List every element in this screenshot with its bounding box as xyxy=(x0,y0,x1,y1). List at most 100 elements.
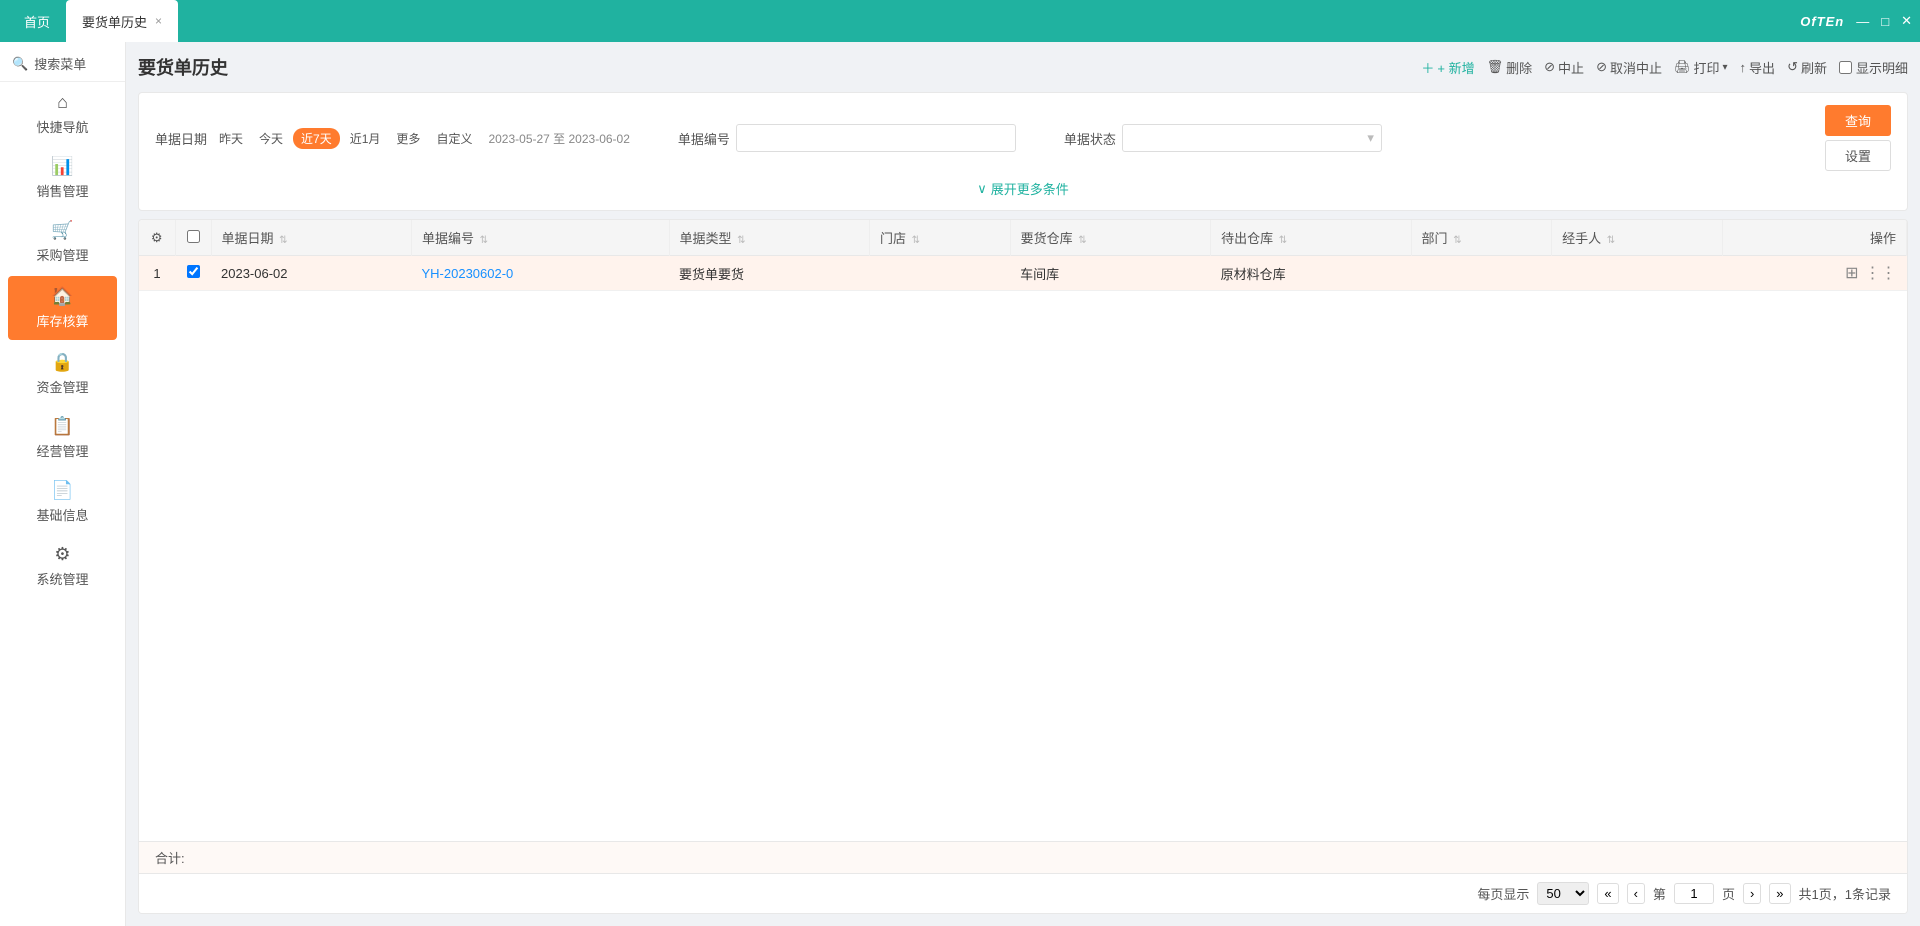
export-icon: ↑ xyxy=(1740,60,1747,75)
date-btn-more[interactable]: 更多 xyxy=(390,128,426,149)
close-btn[interactable]: ✕ xyxy=(1901,13,1912,29)
th-dept[interactable]: 部门 ⇅ xyxy=(1411,220,1552,256)
sidebar-item-label: 快捷导航 xyxy=(36,117,88,136)
tab-requisition-history-label: 要货单历史 xyxy=(82,12,147,31)
window-controls: OfTEn — □ ✕ xyxy=(1800,13,1912,29)
sidebar-search-label: 搜索菜单 xyxy=(34,54,86,73)
row-op-icons: ⊞ ⋮⋮ xyxy=(1732,263,1896,283)
doc-no-input[interactable] xyxy=(736,124,1016,152)
cancel-stop-button[interactable]: ⊘ 取消中止 xyxy=(1596,58,1662,77)
add-button[interactable]: ＋ + 新增 xyxy=(1421,58,1474,77)
th-date[interactable]: 单据日期 ⇅ xyxy=(211,220,411,256)
td-checkbox xyxy=(175,256,211,291)
sidebar-item-inventory-calc[interactable]: 🏠 库存核算 xyxy=(8,276,117,340)
ops-mgmt-icon: 📋 xyxy=(51,416,73,437)
date-filter-item: 单据日期 昨天 今天 近7天 近1月 更多 自定义 2023-05-27 至 2… xyxy=(155,128,630,149)
sort-doc-type-icon: ⇅ xyxy=(737,235,745,246)
refresh-icon: ↺ xyxy=(1787,59,1798,75)
first-page-btn[interactable]: « xyxy=(1597,883,1618,904)
page-size-select[interactable]: 50 100 200 xyxy=(1537,882,1589,905)
th-settings[interactable]: ⚙ xyxy=(139,220,175,256)
td-settings: 1 xyxy=(139,256,175,291)
next-page-btn[interactable]: › xyxy=(1743,883,1761,904)
brand-label: OfTEn xyxy=(1800,14,1844,29)
sidebar-item-finance-mgmt[interactable]: 🔒 资金管理 xyxy=(0,342,125,406)
page-number-input[interactable] xyxy=(1674,883,1714,904)
row-edit-icon[interactable]: ⊞ xyxy=(1845,263,1858,283)
td-req-warehouse: 车间库 xyxy=(1010,256,1210,291)
pagination-bar: 每页显示 50 100 200 « ‹ 第 页 › » 共1页，1条记录 xyxy=(139,873,1907,913)
display-detail-label: 显示明细 xyxy=(1856,58,1908,77)
print-button[interactable]: 🖨 打印 ▾ xyxy=(1674,58,1728,77)
sales-mgmt-icon: 📊 xyxy=(51,156,73,177)
doc-no-link[interactable]: YH-20230602-0 xyxy=(421,266,513,281)
main-layout: 🔍 搜索菜单 ⌂ 快捷导航 📊 销售管理 🛒 采购管理 🏠 库存核算 🔒 资金管… xyxy=(0,42,1920,926)
table-header: ⚙ 单据日期 ⇅ 单据编号 ⇅ xyxy=(139,220,1907,256)
date-btn-last1month[interactable]: 近1月 xyxy=(344,128,387,149)
filter-area: 单据日期 昨天 今天 近7天 近1月 更多 自定义 2023-05-27 至 2… xyxy=(138,92,1908,211)
page-size-label: 每页显示 xyxy=(1477,884,1529,903)
stop-label: 中止 xyxy=(1558,58,1584,77)
display-detail-checkbox[interactable] xyxy=(1839,61,1852,74)
prev-page-btn[interactable]: ‹ xyxy=(1627,883,1645,904)
display-detail-toggle[interactable]: 显示明细 xyxy=(1839,58,1908,77)
td-date: 2023-06-02 xyxy=(211,256,411,291)
sidebar-item-label: 资金管理 xyxy=(36,377,88,396)
export-label: 导出 xyxy=(1749,58,1775,77)
th-doc-no[interactable]: 单据编号 ⇅ xyxy=(411,220,669,256)
status-input[interactable] xyxy=(1122,124,1382,152)
maximize-btn[interactable]: □ xyxy=(1881,14,1889,29)
query-button[interactable]: 查询 xyxy=(1825,105,1891,136)
row-checkbox[interactable] xyxy=(187,265,200,278)
row-more-icon[interactable]: ⋮⋮ xyxy=(1865,263,1897,283)
sidebar-item-quick-nav[interactable]: ⌂ 快捷导航 xyxy=(0,82,125,146)
th-store[interactable]: 门店 ⇅ xyxy=(870,220,1011,256)
expand-more-btn[interactable]: ∨ 展开更多条件 xyxy=(155,179,1891,198)
setting-button[interactable]: 设置 xyxy=(1825,140,1891,171)
th-pending-warehouse[interactable]: 待出仓库 ⇅ xyxy=(1211,220,1411,256)
stop-icon: ⊘ xyxy=(1544,59,1555,75)
td-pending-warehouse: 原材料仓库 xyxy=(1211,256,1411,291)
select-all-checkbox[interactable] xyxy=(187,230,200,243)
sidebar-item-ops-mgmt[interactable]: 📋 经营管理 xyxy=(0,406,125,470)
th-handler[interactable]: 经手人 ⇅ xyxy=(1552,220,1723,256)
sidebar-item-purchase-mgmt[interactable]: 🛒 采购管理 xyxy=(0,210,125,274)
td-store xyxy=(870,256,1011,291)
quick-nav-icon: ⌂ xyxy=(57,92,68,113)
tab-requisition-history[interactable]: 要货单历史 × xyxy=(66,0,178,42)
date-btn-last7days[interactable]: 近7天 xyxy=(293,128,340,149)
date-btn-custom[interactable]: 自定义 xyxy=(430,128,478,149)
tab-home[interactable]: 首页 xyxy=(8,0,66,42)
sidebar-item-basic-info[interactable]: 📄 基础信息 xyxy=(0,470,125,534)
date-btn-yesterday[interactable]: 昨天 xyxy=(213,128,249,149)
stop-button[interactable]: ⊘ 中止 xyxy=(1544,58,1584,77)
sidebar-search[interactable]: 🔍 搜索菜单 xyxy=(0,46,125,82)
sidebar-item-sales-mgmt[interactable]: 📊 销售管理 xyxy=(0,146,125,210)
td-handler xyxy=(1552,256,1723,291)
basic-info-icon: 📄 xyxy=(51,480,73,501)
table-row[interactable]: 1 2023-06-02 YH-20230602-0 要货单要货 车间 xyxy=(139,256,1907,291)
sidebar-item-label: 基础信息 xyxy=(36,505,88,524)
last-page-btn[interactable]: » xyxy=(1769,883,1790,904)
delete-label: 删除 xyxy=(1506,58,1532,77)
cancel-stop-label: 取消中止 xyxy=(1610,58,1662,77)
date-btn-today[interactable]: 今天 xyxy=(253,128,289,149)
print-dropdown-icon: ▾ xyxy=(1723,62,1728,73)
refresh-button[interactable]: ↺ 刷新 xyxy=(1787,58,1827,77)
tab-home-label: 首页 xyxy=(24,12,50,31)
td-dept xyxy=(1411,256,1552,291)
table-footer: 合计: xyxy=(139,841,1907,873)
delete-button[interactable]: 🗑 删除 xyxy=(1487,58,1533,77)
th-req-warehouse[interactable]: 要货仓库 ⇅ xyxy=(1010,220,1210,256)
status-filter-item: 单据状态 ▾ xyxy=(1064,124,1382,152)
sort-dept-icon: ⇅ xyxy=(1453,235,1461,246)
minimize-btn[interactable]: — xyxy=(1856,14,1869,29)
td-doc-no: YH-20230602-0 xyxy=(411,256,669,291)
sidebar-item-system-mgmt[interactable]: ⚙ 系统管理 xyxy=(0,534,125,598)
tab-close-icon[interactable]: × xyxy=(155,14,162,28)
th-doc-type[interactable]: 单据类型 ⇅ xyxy=(669,220,869,256)
system-mgmt-icon: ⚙ xyxy=(54,544,70,565)
table-body: 1 2023-06-02 YH-20230602-0 要货单要货 车间 xyxy=(139,256,1907,291)
export-button[interactable]: ↑ 导出 xyxy=(1740,58,1776,77)
add-label: + 新增 xyxy=(1437,58,1474,77)
